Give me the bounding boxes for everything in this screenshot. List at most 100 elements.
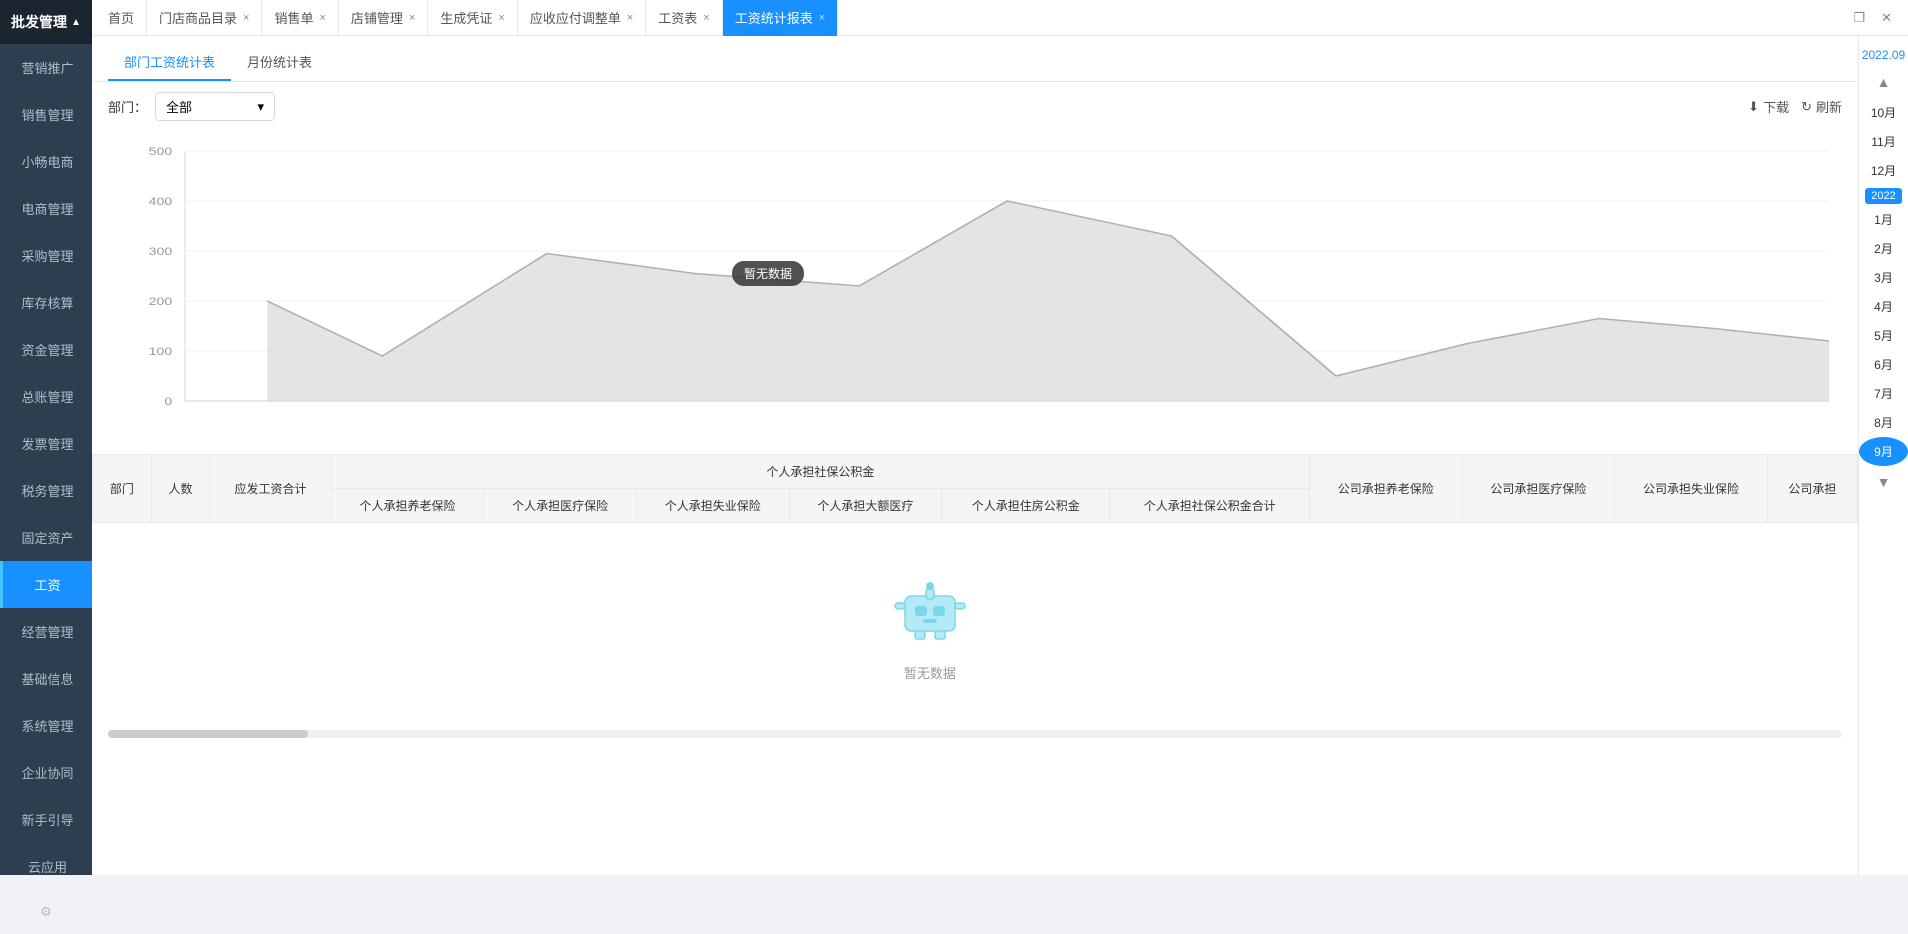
close-button[interactable]: ✕ [1877, 8, 1896, 28]
calendar-year-tag[interactable]: 2022 [1865, 188, 1901, 204]
scroll-thumb[interactable] [108, 730, 308, 738]
sidebar-item-企业协同[interactable]: 企业协同 [0, 749, 92, 796]
calendar-month-12月[interactable]: 12月 [1859, 156, 1908, 185]
calendar-month-11月[interactable]: 11月 [1859, 127, 1908, 156]
empty-row: 暂无数据 [93, 523, 1858, 731]
tab-工资表[interactable]: 工资表 × [646, 0, 722, 36]
tab-label: 工资表 [658, 8, 697, 27]
calendar-month-1月[interactable]: 1月 [1859, 205, 1908, 234]
svg-text:500: 500 [149, 145, 173, 157]
calendar-month-8月[interactable]: 8月 [1859, 408, 1908, 437]
col-company-pension: 公司承担养老保险 [1310, 455, 1463, 523]
sidebar-item-营销推广[interactable]: 营销推广 [0, 44, 92, 91]
tab-close-icon[interactable]: × [498, 12, 504, 24]
sub-tabs: 部门工资统计表月份统计表 [92, 36, 1858, 82]
sub-tab-月份统计表[interactable]: 月份统计表 [231, 44, 328, 81]
sidebar-item-工资[interactable]: 工资 [0, 561, 92, 608]
content-area: 部门工资统计表月份统计表 部门： 全部 ▾ ⬇ 下载 [92, 36, 1908, 875]
toolbar-left: 部门： 全部 ▾ [108, 92, 275, 121]
dept-label: 部门： [108, 97, 147, 116]
svg-text:400: 400 [149, 195, 173, 207]
tab-close-icon[interactable]: × [819, 12, 825, 24]
sidebar-item-固定资产[interactable]: 固定资产 [0, 514, 92, 561]
calendar-month-3月[interactable]: 3月 [1859, 263, 1908, 292]
chart-container: 500 400 300 200 100 0 暂无数据 [92, 131, 1858, 454]
sidebar-item-云应用[interactable]: 云应用 [0, 843, 92, 890]
sidebar-item-税务管理[interactable]: 税务管理 [0, 467, 92, 514]
dept-select[interactable]: 全部 ▾ [155, 92, 275, 121]
tab-close-icon[interactable]: × [409, 12, 415, 24]
col-count: 人数 [151, 455, 210, 523]
sidebar-item-经营管理[interactable]: 经营管理 [0, 608, 92, 655]
tab-label: 工资统计报表 [735, 8, 813, 27]
tab-label: 生成凭证 [440, 8, 492, 27]
tab-close-icon[interactable]: × [627, 12, 633, 24]
sub-tab-部门工资统计表[interactable]: 部门工资统计表 [108, 44, 231, 81]
calendar-month-9月[interactable]: 9月 [1859, 437, 1908, 466]
tab-首页[interactable]: 首页 [96, 0, 147, 36]
sidebar-item-电商管理[interactable]: 电商管理 [0, 185, 92, 232]
tab-close-icon[interactable]: × [319, 12, 325, 24]
sidebar-item-系统管理[interactable]: 系统管理 [0, 702, 92, 749]
col-company-medical: 公司承担医疗保险 [1462, 455, 1615, 523]
page-content: 部门工资统计表月份统计表 部门： 全部 ▾ ⬇ 下载 [92, 36, 1858, 875]
tab-销售单[interactable]: 销售单× [262, 0, 338, 36]
dept-value: 全部 [166, 97, 192, 116]
col-personal-housing: 个人承担住房公积金 [942, 489, 1110, 523]
main-container: 首页门店商品目录×销售单×店铺管理×生成凭证×应收应付调整单×工资表×工资统计报… [92, 0, 1908, 875]
col-total-wage: 应发工资合计 [210, 455, 331, 523]
calendar-month-7月[interactable]: 7月 [1859, 379, 1908, 408]
sidebar-item-基础信息[interactable]: 基础信息 [0, 655, 92, 702]
svg-text:100: 100 [149, 345, 173, 357]
col-company-other: 公司承担 [1767, 455, 1857, 523]
table-area[interactable]: 部门 人数 应发工资合计 个人承担社保公积金 公司承担养老保险 公司承担医疗保险… [92, 454, 1858, 875]
col-personal-total: 个人承担社保公积金合计 [1110, 489, 1310, 523]
tab-店铺管理[interactable]: 店铺管理× [339, 0, 428, 36]
calendar-month-2月[interactable]: 2月 [1859, 234, 1908, 263]
sidebar-item-总账管理[interactable]: 总账管理 [0, 373, 92, 420]
toolbar-right: ⬇ 下载 ↻ 刷新 [1748, 97, 1842, 116]
sidebar-item-资金管理[interactable]: 资金管理 [0, 326, 92, 373]
svg-text:0: 0 [164, 395, 172, 407]
col-personal-pension: 个人承担养老保险 [331, 489, 484, 523]
sidebar-arrow-icon: ▲ [71, 17, 81, 28]
calendar-year-display[interactable]: 2022.09 [1858, 44, 1908, 66]
tab-生成凭证[interactable]: 生成凭证 × [428, 0, 517, 36]
calendar-month-4月[interactable]: 4月 [1859, 292, 1908, 321]
empty-text: 暂无数据 [904, 663, 956, 682]
calendar-month-6月[interactable]: 6月 [1859, 350, 1908, 379]
tab-门店商品目录[interactable]: 门店商品目录 × [147, 0, 262, 36]
sidebar-title: 批发管理 [11, 12, 67, 32]
refresh-icon: ↻ [1801, 99, 1812, 115]
sidebar-header[interactable]: 批发管理 ▲ [0, 0, 92, 44]
restore-button[interactable]: ❐ [1849, 8, 1869, 28]
tab-应收应付调整单[interactable]: 应收应付调整单 × [518, 0, 646, 36]
sidebar-item-采购管理[interactable]: 采购管理 [0, 232, 92, 279]
calendar-month-5月[interactable]: 5月 [1859, 321, 1908, 350]
settings-button[interactable]: ⚙ [0, 890, 92, 934]
download-label: 下载 [1763, 97, 1789, 116]
sidebar-item-新手引导[interactable]: 新手引导 [0, 796, 92, 843]
tab-label: 应收应付调整单 [530, 8, 621, 27]
svg-text:300: 300 [149, 245, 173, 257]
sidebar-item-发票管理[interactable]: 发票管理 [0, 420, 92, 467]
empty-state: 暂无数据 [103, 531, 1758, 722]
tab-close-icon[interactable]: × [243, 12, 249, 24]
sidebar-item-库存核算[interactable]: 库存核算 [0, 279, 92, 326]
col-group-personal: 个人承担社保公积金 [331, 455, 1309, 489]
download-button[interactable]: ⬇ 下载 [1748, 97, 1789, 116]
calendar-month-10月[interactable]: 10月 [1859, 98, 1908, 127]
col-company-unemp: 公司承担失业保险 [1615, 455, 1768, 523]
calendar-down-button[interactable]: ▼ [1870, 468, 1898, 496]
tab-label: 首页 [108, 8, 134, 27]
tab-工资统计报表[interactable]: 工资统计报表 × [723, 0, 838, 36]
horizontal-scrollbar[interactable] [108, 730, 1842, 738]
sidebar-item-销售管理[interactable]: 销售管理 [0, 91, 92, 138]
refresh-label: 刷新 [1816, 97, 1842, 116]
chevron-down-icon: ▾ [257, 99, 264, 115]
sidebar-item-小畅电商[interactable]: 小畅电商 [0, 138, 92, 185]
tab-close-icon[interactable]: × [703, 12, 709, 24]
calendar-up-button[interactable]: ▲ [1870, 68, 1898, 96]
refresh-button[interactable]: ↻ 刷新 [1801, 97, 1842, 116]
tab-label: 门店商品目录 [159, 8, 237, 27]
